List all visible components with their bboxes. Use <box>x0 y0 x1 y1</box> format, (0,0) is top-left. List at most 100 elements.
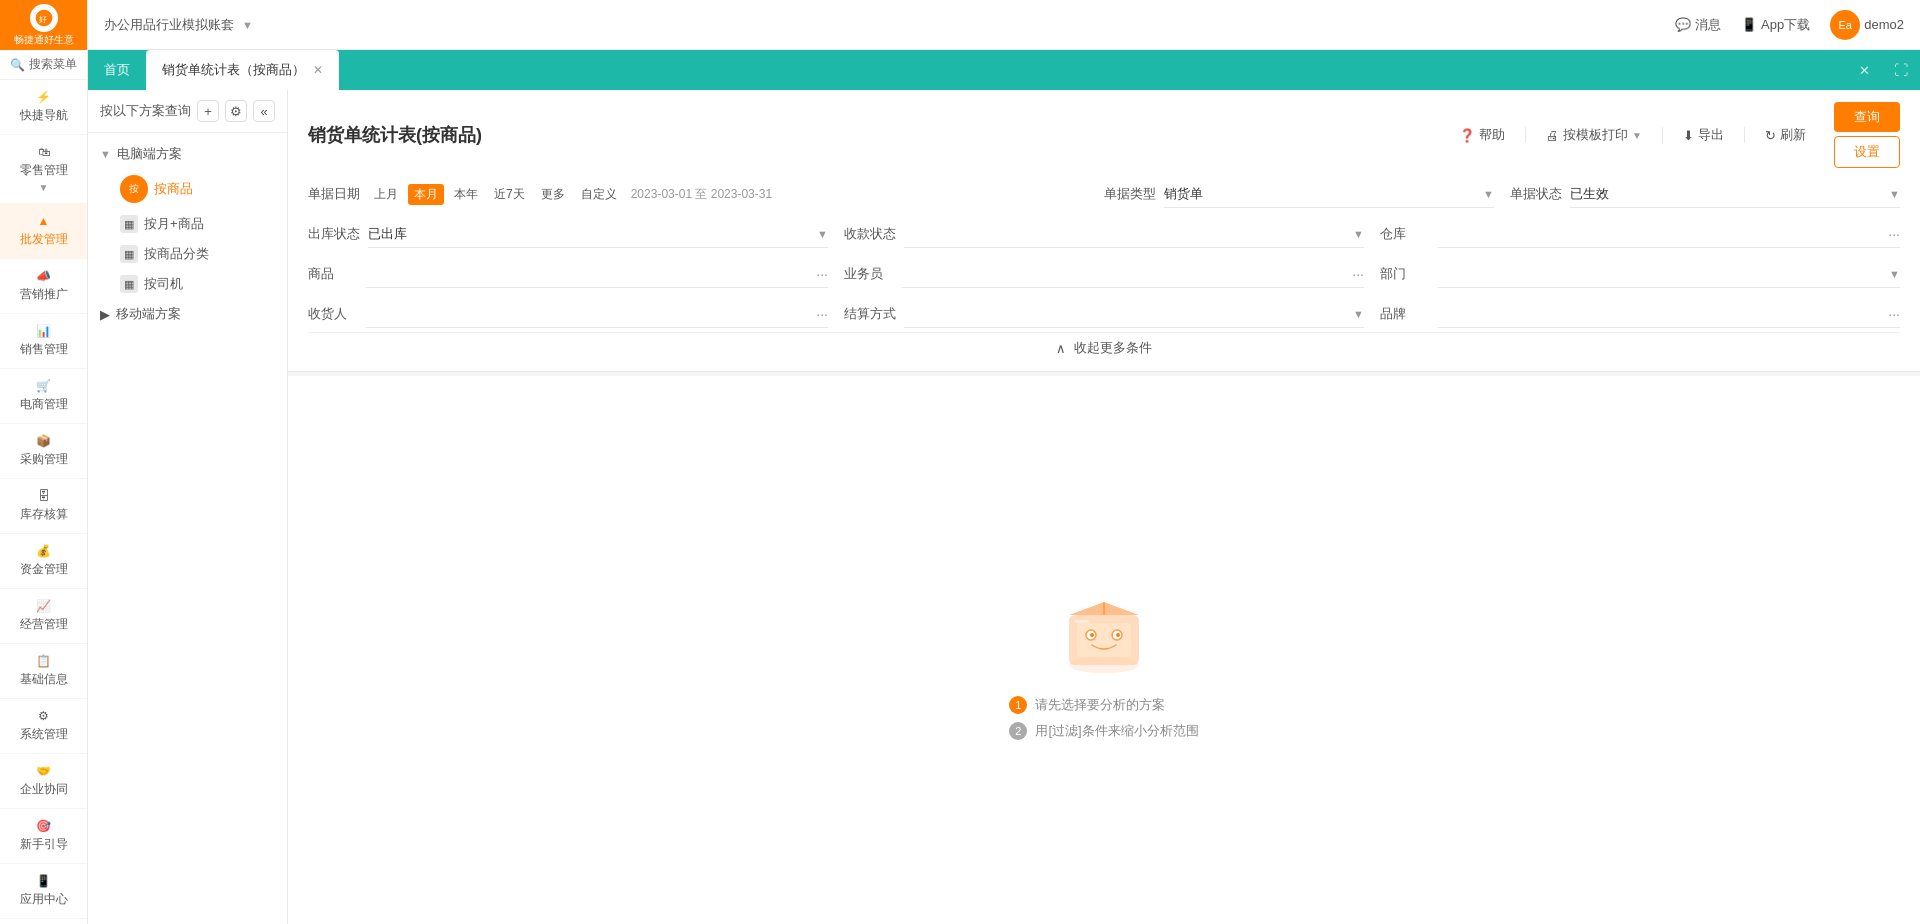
dept-dropdown-icon[interactable]: ▼ <box>1889 268 1900 280</box>
sales-label: 销售管理 <box>20 341 68 358</box>
empty-illustration <box>1044 560 1164 680</box>
warehouse-dots-icon[interactable]: ··· <box>1888 226 1900 242</box>
type-control[interactable]: 销货单 ▼ <box>1164 180 1494 208</box>
brand-control[interactable]: ··· <box>1438 300 1900 328</box>
date-last-month-btn[interactable]: 上月 <box>368 184 404 205</box>
status-control[interactable]: 已生效 ▼ <box>1570 180 1900 208</box>
warehouse-label: 仓库 <box>1380 225 1430 243</box>
print-label: 按模板打印 <box>1563 126 1628 144</box>
scheme-tree: ▼ 电脑端方案 按 按商品 ▦ 按月+商品 ▦ 按商品分类 <box>88 133 287 924</box>
sidebar-item-marketing[interactable]: 📣 营销推广 <box>0 259 87 314</box>
svg-point-8 <box>1090 633 1094 637</box>
tree-group-mobile[interactable]: ▶ 移动端方案 <box>88 299 287 329</box>
staff-dots-icon[interactable]: ··· <box>1352 266 1364 282</box>
user-menu[interactable]: Ea demo2 <box>1830 10 1904 40</box>
sidebar-item-sales[interactable]: 📊 销售管理 <box>0 314 87 369</box>
dept-control[interactable]: ▼ <box>1438 260 1900 288</box>
recipient-dots-icon[interactable]: ··· <box>816 306 828 322</box>
apps-icon: 📱 <box>36 874 51 888</box>
sidebar-item-retail[interactable]: 🛍 零售管理 ▼ <box>0 135 87 204</box>
receipt-status-control[interactable]: ▼ <box>904 220 1364 248</box>
date-more-btn[interactable]: 更多 <box>535 184 571 205</box>
sidebar-item-finance[interactable]: 💰 资金管理 <box>0 534 87 589</box>
refresh-label: 刷新 <box>1780 126 1806 144</box>
filter-row-3: 商品 ··· 业务员 ··· <box>308 260 1900 288</box>
app-download-icon: 📱 <box>1741 17 1757 32</box>
filter-type: 单据类型 销货单 ▼ <box>1104 180 1494 208</box>
system-icon: ⚙ <box>38 709 49 723</box>
add-scheme-btn[interactable]: + <box>197 100 219 122</box>
goods-control[interactable]: ··· <box>366 260 828 288</box>
wholesale-label: 批发管理 <box>20 231 68 248</box>
sidebar-item-wechat[interactable]: 💬 企业微信 <box>0 919 87 924</box>
recipient-control[interactable]: ··· <box>366 300 828 328</box>
sidebar-item-ecommerce[interactable]: 🛒 电商管理 <box>0 369 87 424</box>
filter-warehouse: 仓库 ··· <box>1380 220 1900 248</box>
sidebar-item-basic[interactable]: 📋 基础信息 <box>0 644 87 699</box>
message-btn[interactable]: 💬 消息 <box>1675 16 1721 34</box>
scheme-item-by-goods-cat[interactable]: ▦ 按商品分类 <box>88 239 287 269</box>
settings-button[interactable]: 设置 <box>1834 136 1900 168</box>
export-btn[interactable]: ⬇ 导出 <box>1675 122 1732 148</box>
tree-group-pc[interactable]: ▼ 电脑端方案 <box>88 139 287 169</box>
business-icon: 📈 <box>36 599 51 613</box>
by-cashier-icon: ▦ <box>120 275 138 293</box>
search-icon: 🔍 <box>10 58 25 72</box>
brand-dots-icon[interactable]: ··· <box>1888 306 1900 322</box>
out-status-dropdown-icon[interactable]: ▼ <box>817 228 828 240</box>
filter-row-1: 单据日期 上月 本月 本年 近7天 更多 自定义 2023-03-01 至 20… <box>308 180 1900 208</box>
payment-dropdown-icon[interactable]: ▼ <box>1353 308 1364 320</box>
type-dropdown-icon[interactable]: ▼ <box>1483 188 1494 200</box>
industry-dropdown-icon[interactable]: ▼ <box>242 19 253 31</box>
filter-out-status: 出库状态 已出库 ▼ <box>308 220 828 248</box>
query-button[interactable]: 查询 <box>1834 102 1900 132</box>
goods-dots-icon[interactable]: ··· <box>816 266 828 282</box>
refresh-btn[interactable]: ↻ 刷新 <box>1757 122 1814 148</box>
tip-text-2: 用[过滤]条件来缩小分析范围 <box>1035 722 1198 740</box>
sidebar-item-wholesale[interactable]: ▲ 批发管理 <box>0 204 87 259</box>
warehouse-control[interactable]: ··· <box>1438 220 1900 248</box>
tab-maximize-btn[interactable]: ⛶ <box>1882 62 1920 78</box>
settings-scheme-btn[interactable]: ⚙ <box>225 100 247 122</box>
print-arrow-icon[interactable]: ▼ <box>1632 130 1642 141</box>
sidebar-item-apps[interactable]: 📱 应用中心 <box>0 864 87 919</box>
scheme-item-by-goods[interactable]: 按 按商品 <box>88 169 287 209</box>
search-menu-item[interactable]: 🔍 搜索菜单 <box>0 50 87 80</box>
print-btn[interactable]: 🖨 按模板打印 ▼ <box>1538 122 1650 148</box>
sidebar-item-purchase[interactable]: 📦 采购管理 <box>0 424 87 479</box>
finance-label: 资金管理 <box>20 561 68 578</box>
help-btn[interactable]: ❓ 帮助 <box>1451 122 1513 148</box>
staff-control[interactable]: ··· <box>902 260 1364 288</box>
newbie-icon: 🎯 <box>36 819 51 833</box>
sidebar-item-inventory[interactable]: 🗄 库存核算 <box>0 479 87 534</box>
scheme-item-by-cashier[interactable]: ▦ 按司机 <box>88 269 287 299</box>
receipt-status-dropdown-icon[interactable]: ▼ <box>1353 228 1364 240</box>
refresh-icon: ↻ <box>1765 128 1776 143</box>
collapse-filters-btn[interactable]: ∧ 收起更多条件 <box>308 332 1900 363</box>
date-custom-btn[interactable]: 自定义 <box>575 184 623 205</box>
sidebar-item-newbie[interactable]: 🎯 新手引导 <box>0 809 87 864</box>
status-dropdown-icon[interactable]: ▼ <box>1889 188 1900 200</box>
tab-home[interactable]: 首页 <box>88 50 146 90</box>
sidebar-item-quick-nav[interactable]: ⚡ 快捷导航 <box>0 80 87 135</box>
tab-close-window-btn[interactable]: ✕ <box>1847 63 1882 78</box>
date-label: 单据日期 <box>308 185 360 203</box>
tab-stats[interactable]: 销货单统计表（按商品） ✕ <box>146 50 339 90</box>
sidebar-item-system[interactable]: ⚙ 系统管理 <box>0 699 87 754</box>
enterprise-label: 企业协同 <box>20 781 68 798</box>
sidebar-item-business[interactable]: 📈 经营管理 <box>0 589 87 644</box>
date-last7days-btn[interactable]: 近7天 <box>488 184 531 205</box>
app-download-btn[interactable]: 📱 App下载 <box>1741 16 1810 34</box>
filter-receipt-status: 收款状态 ▼ <box>844 220 1364 248</box>
out-status-control[interactable]: 已出库 ▼ <box>368 220 828 248</box>
date-this-year-btn[interactable]: 本年 <box>448 184 484 205</box>
collapse-panel-btn[interactable]: « <box>253 100 275 122</box>
svg-text:好: 好 <box>39 14 47 24</box>
date-this-month-btn[interactable]: 本月 <box>408 184 444 205</box>
scheme-item-by-month-goods[interactable]: ▦ 按月+商品 <box>88 209 287 239</box>
sidebar-item-enterprise[interactable]: 🤝 企业协同 <box>0 754 87 809</box>
industry-selector[interactable]: 办公用品行业模拟账套 <box>104 16 234 34</box>
tabbar: 首页 销货单统计表（按商品） ✕ ✕ ⛶ <box>88 50 1920 90</box>
tab-close-icon[interactable]: ✕ <box>313 63 323 77</box>
payment-control[interactable]: ▼ <box>904 300 1364 328</box>
